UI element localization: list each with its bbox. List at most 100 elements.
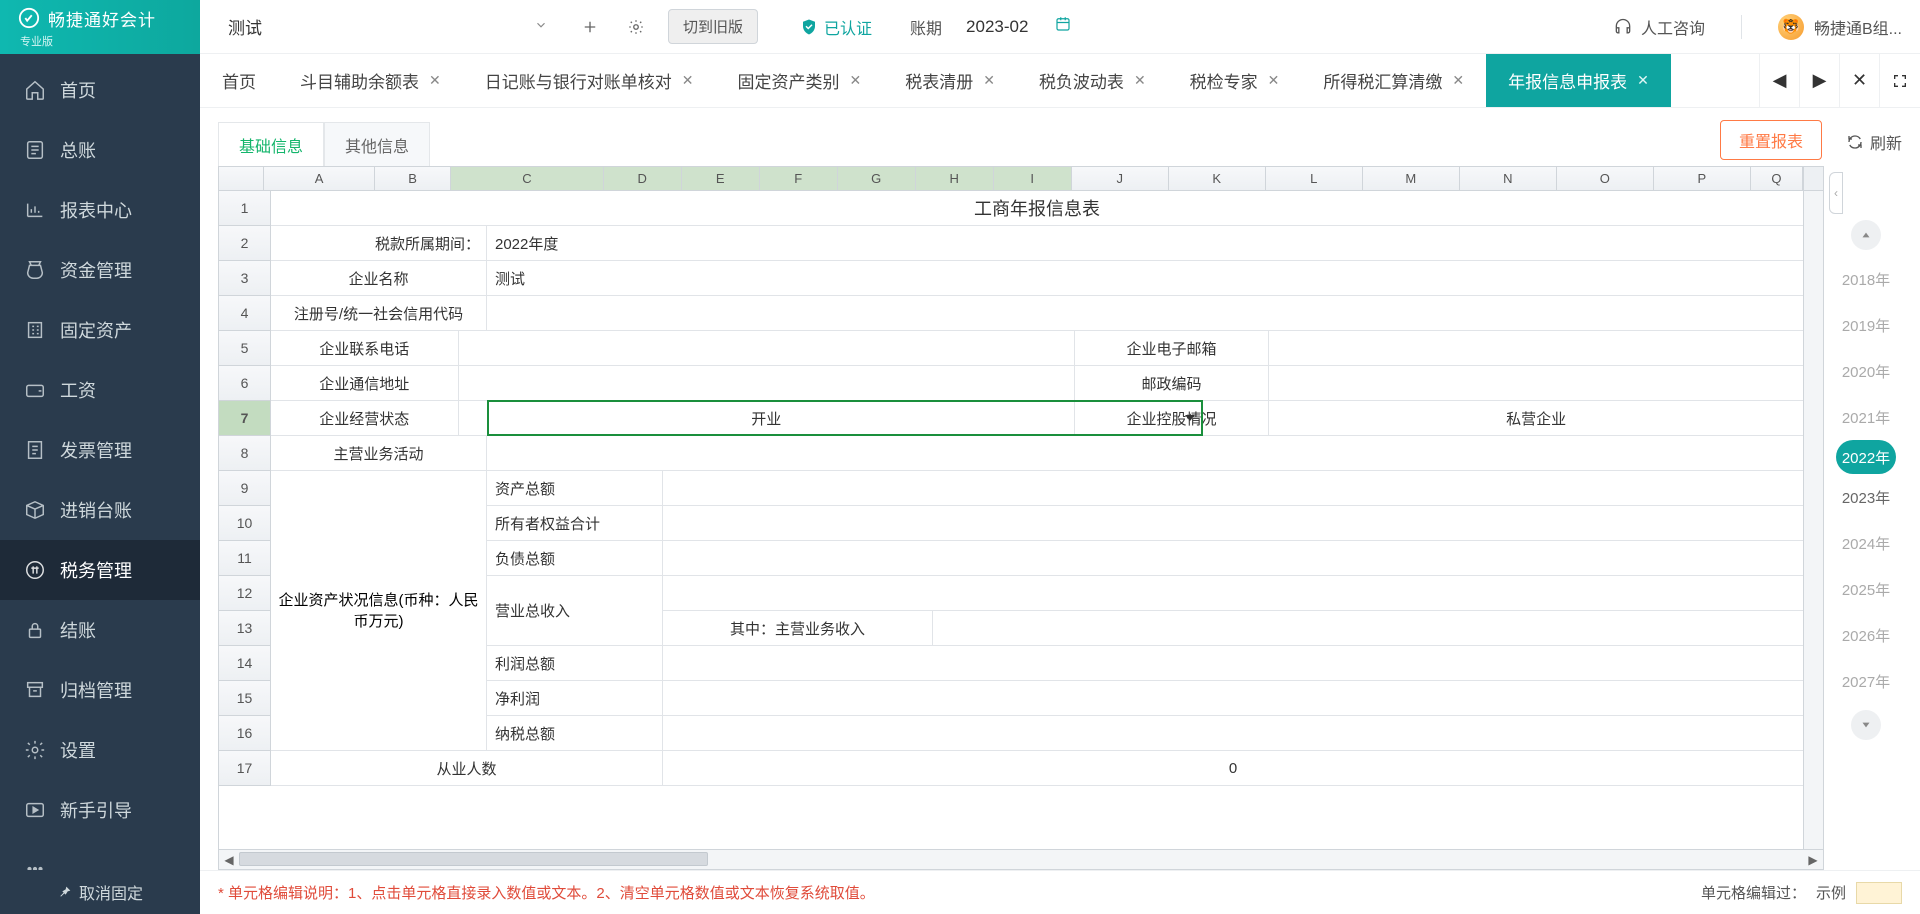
- cell-value[interactable]: [663, 716, 1803, 750]
- row-header[interactable]: 5: [219, 331, 271, 366]
- row-header[interactable]: 7: [219, 401, 271, 436]
- cell-label[interactable]: 企业控股情况: [1075, 401, 1269, 435]
- row-header[interactable]: 15: [219, 681, 271, 716]
- tab[interactable]: 首页: [200, 54, 278, 107]
- nav-settings[interactable]: 设置: [0, 720, 200, 780]
- nav-reports[interactable]: 报表中心: [0, 180, 200, 240]
- col-header-F[interactable]: F: [760, 167, 838, 190]
- nav-archive[interactable]: 归档管理: [0, 660, 200, 720]
- cell-value[interactable]: [663, 471, 1803, 505]
- cell-value[interactable]: [663, 541, 1803, 575]
- tab[interactable]: 税表清册✕: [883, 54, 1017, 107]
- subtab-other-info[interactable]: 其他信息: [324, 122, 430, 166]
- col-header-G[interactable]: G: [838, 167, 916, 190]
- cell-label[interactable]: 邮政编码: [1075, 366, 1269, 400]
- col-header-I[interactable]: I: [994, 167, 1072, 190]
- years-up-button[interactable]: [1851, 220, 1881, 250]
- tab[interactable]: 斗目辅助余额表✕: [278, 54, 463, 107]
- vertical-scrollbar[interactable]: [1803, 191, 1823, 849]
- year-item[interactable]: 2027年: [1836, 658, 1896, 704]
- year-item[interactable]: 2024年: [1836, 520, 1896, 566]
- cell-label[interactable]: 所有者权益合计: [487, 506, 663, 540]
- row-header[interactable]: 2: [219, 226, 271, 261]
- tab[interactable]: 税检专家✕: [1168, 54, 1302, 107]
- fullscreen-button[interactable]: [1880, 54, 1920, 107]
- cell-value[interactable]: [487, 296, 1803, 330]
- cell-value[interactable]: [663, 646, 1803, 680]
- cell-value[interactable]: 测试: [487, 261, 1803, 295]
- nav-inventory[interactable]: 进销台账: [0, 480, 200, 540]
- col-header-M[interactable]: M: [1363, 167, 1460, 190]
- year-item[interactable]: 2022年: [1836, 440, 1896, 474]
- tab-close-icon[interactable]: ✕: [1452, 72, 1464, 89]
- years-down-button[interactable]: [1851, 710, 1881, 740]
- tab[interactable]: 固定资产类别✕: [715, 54, 883, 107]
- cell-label[interactable]: 注册号/统一社会信用代码: [271, 296, 487, 330]
- horizontal-scrollbar[interactable]: ◀ ▶: [219, 849, 1823, 869]
- row-header[interactable]: 1: [219, 191, 271, 226]
- tab[interactable]: 年报信息申报表✕: [1486, 54, 1671, 107]
- cell-label[interactable]: 企业电子邮箱: [1075, 331, 1269, 365]
- nav-guide[interactable]: 新手引导: [0, 780, 200, 840]
- tab-close-icon[interactable]: ✕: [849, 72, 861, 89]
- row-header[interactable]: 17: [219, 751, 271, 786]
- unpin-button[interactable]: 取消固定: [0, 870, 200, 914]
- col-header-N[interactable]: N: [1460, 167, 1557, 190]
- col-header-E[interactable]: E: [682, 167, 760, 190]
- cell-value-status[interactable]: 开业: [459, 401, 1075, 435]
- tab[interactable]: 日记账与银行对账单核对✕: [463, 54, 716, 107]
- row-header[interactable]: 16: [219, 716, 271, 751]
- subtab-basic-info[interactable]: 基础信息: [218, 122, 324, 166]
- col-header-A[interactable]: A: [264, 167, 375, 190]
- tab[interactable]: 税负波动表✕: [1017, 54, 1168, 107]
- year-item[interactable]: 2025年: [1836, 566, 1896, 612]
- row-header[interactable]: 11: [219, 541, 271, 576]
- row-header[interactable]: 3: [219, 261, 271, 296]
- refresh-button[interactable]: 刷新: [1846, 130, 1902, 154]
- nav-home[interactable]: 首页: [0, 60, 200, 120]
- tab[interactable]: 所得税汇算清缴✕: [1301, 54, 1486, 107]
- nav-closing[interactable]: 结账: [0, 600, 200, 660]
- col-header-J[interactable]: J: [1072, 167, 1169, 190]
- tabs-next-button[interactable]: ▶: [1800, 54, 1840, 107]
- scroll-right-button[interactable]: ▶: [1803, 850, 1823, 869]
- cell-label[interactable]: 企业通信地址: [271, 366, 459, 400]
- col-header-Q[interactable]: Q: [1751, 167, 1803, 190]
- scroll-left-button[interactable]: ◀: [219, 850, 239, 869]
- tab-close-icon[interactable]: ✕: [429, 72, 441, 89]
- tabs-prev-button[interactable]: ◀: [1760, 54, 1800, 107]
- cell-group-label[interactable]: 企业资产状况信息(币种：人民币万元): [271, 471, 487, 751]
- select-all-corner[interactable]: [219, 167, 264, 190]
- year-item[interactable]: 2020年: [1836, 348, 1896, 394]
- cell-value[interactable]: [487, 436, 1803, 470]
- tab-close-button[interactable]: ✕: [1840, 54, 1880, 107]
- cell-value[interactable]: [933, 611, 1803, 645]
- row-header[interactable]: 8: [219, 436, 271, 471]
- col-header-L[interactable]: L: [1266, 167, 1363, 190]
- cell-label[interactable]: 营业总收入: [487, 576, 663, 646]
- col-header-P[interactable]: P: [1654, 167, 1751, 190]
- col-header-K[interactable]: K: [1169, 167, 1266, 190]
- cell-value[interactable]: 0: [663, 751, 1803, 785]
- switch-old-version-button[interactable]: 切到旧版: [668, 9, 758, 44]
- year-item[interactable]: 2018年: [1836, 256, 1896, 302]
- tab-close-icon[interactable]: ✕: [983, 72, 995, 89]
- nav-ledger[interactable]: 总账: [0, 120, 200, 180]
- year-item[interactable]: 2023年: [1836, 474, 1896, 520]
- row-header[interactable]: 6: [219, 366, 271, 401]
- cell-label[interactable]: 利润总额: [487, 646, 663, 680]
- cell-label[interactable]: 负债总额: [487, 541, 663, 575]
- user-menu[interactable]: 🐯 畅捷通B组...: [1778, 14, 1902, 40]
- row-header[interactable]: 12: [219, 576, 271, 611]
- tab-close-icon[interactable]: ✕: [682, 72, 694, 89]
- col-header-O[interactable]: O: [1557, 167, 1654, 190]
- cell-label[interactable]: 企业名称: [271, 261, 487, 295]
- cell-label[interactable]: 税款所属期间：: [271, 226, 487, 260]
- company-settings-button[interactable]: [622, 13, 650, 41]
- grid-body[interactable]: 1工商年报信息表 2税款所属期间：2022年度 3企业名称测试 4注册号/统一社…: [219, 191, 1803, 849]
- tab-close-icon[interactable]: ✕: [1637, 72, 1649, 89]
- cell-label[interactable]: 其中：主营业务收入: [663, 611, 933, 645]
- row-header[interactable]: 14: [219, 646, 271, 681]
- support-button[interactable]: 人工咨询: [1613, 15, 1705, 39]
- cell-value[interactable]: [663, 506, 1803, 540]
